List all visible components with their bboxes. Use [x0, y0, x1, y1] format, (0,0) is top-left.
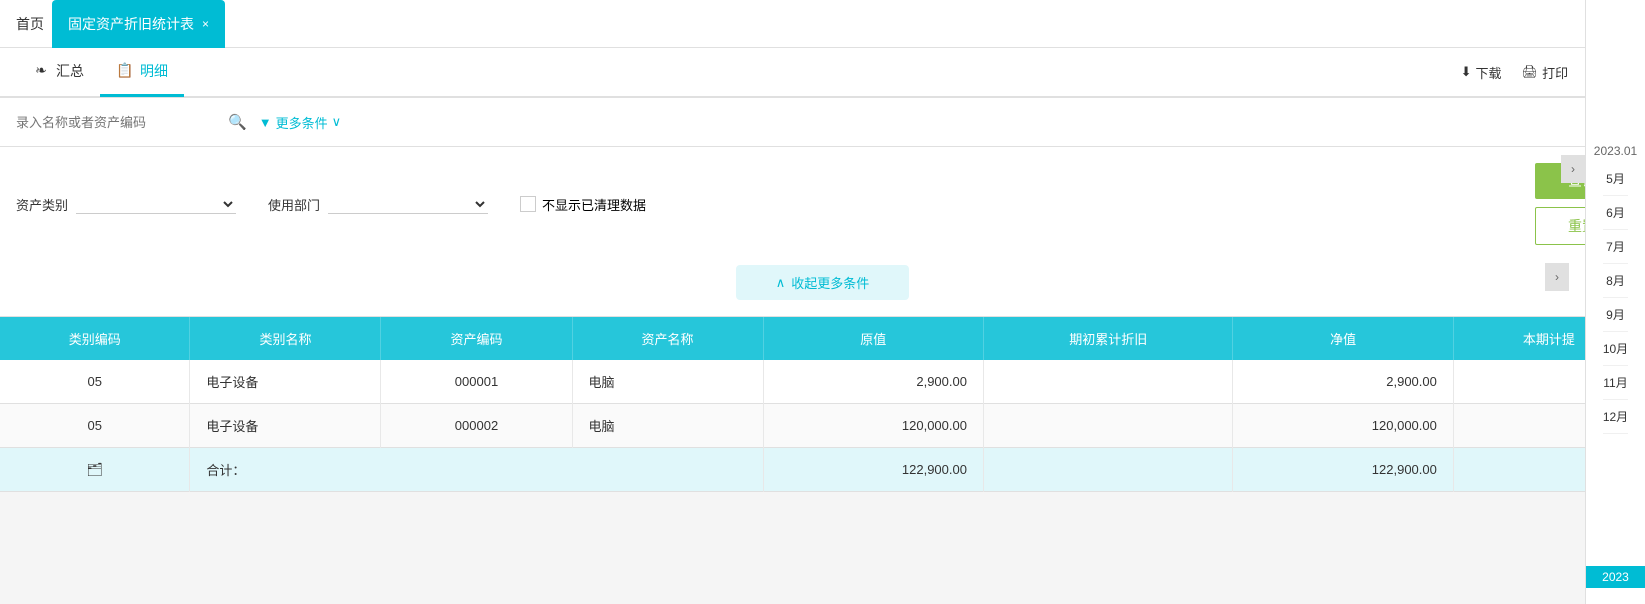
col-category-code: 类别编码 [0, 317, 190, 360]
download-icon: ⬇ [1461, 64, 1472, 80]
panel-expand-button[interactable]: › [1545, 263, 1569, 291]
close-tab-icon[interactable]: × [202, 17, 209, 31]
collapse-label: 收起更多条件 [791, 273, 869, 292]
sub-tabs-bar: ❧ 汇总 📋 明细 ⬇ 下载 🖨 打印 ↺ 刷新 [0, 48, 1645, 98]
col-net-value: 净值 [1233, 317, 1453, 360]
col-asset-code: 资产编码 [381, 317, 572, 360]
cell-accum-dep [983, 360, 1232, 404]
date-label: 2023.01 [1594, 140, 1637, 162]
top-nav: 首页 固定资产折旧统计表 × ✕ [0, 0, 1645, 48]
cell-net-value: 120,000.00 [1233, 404, 1453, 448]
month-item[interactable]: 7月 [1603, 230, 1628, 264]
total-accum-dep [983, 448, 1232, 492]
total-label: 合计： [190, 448, 763, 492]
summary-icon: ❧ [32, 62, 50, 80]
total-icon: 🗂 [0, 448, 190, 492]
month-item[interactable]: 9月 [1603, 298, 1628, 332]
no-cleared-group: 不显示已清理数据 [520, 195, 646, 214]
col-original-value: 原值 [763, 317, 983, 360]
total-original: 122,900.00 [763, 448, 983, 492]
cell-code: 05 [0, 360, 190, 404]
month-item[interactable]: 11月 [1603, 366, 1628, 400]
right-panel-expand-button[interactable]: › [1561, 155, 1585, 183]
tab-detail[interactable]: 📋 明细 [100, 47, 184, 97]
cell-asset-code: 000002 [381, 404, 572, 448]
print-icon: 🖨 [1522, 64, 1539, 80]
asset-type-label: 资产类别 [16, 195, 68, 214]
download-label: 下载 [1476, 63, 1502, 82]
cell-net-value: 2,900.00 [1233, 360, 1453, 404]
cell-code: 05 [0, 404, 190, 448]
asset-type-group: 资产类别 [16, 194, 236, 214]
month-item[interactable]: 6月 [1603, 196, 1628, 230]
department-label: 使用部门 [268, 195, 320, 214]
cell-asset-name: 电脑 [572, 404, 763, 448]
right-panel: 2023.01 5月6月7月8月9月10月11月12月 2023 [1585, 0, 1645, 604]
total-net-value: 122,900.00 [1233, 448, 1453, 492]
cell-category-name: 电子设备 [190, 404, 381, 448]
cell-asset-code: 000001 [381, 360, 572, 404]
tab-summary-label: 汇总 [56, 61, 84, 81]
months-list: 5月6月7月8月9月10月11月12月 [1603, 162, 1628, 434]
data-table: 类别编码 类别名称 资产编码 资产名称 原值 期初累计折旧 净值 本期计提 05… [0, 317, 1645, 492]
col-accum-dep: 期初累计折旧 [983, 317, 1232, 360]
detail-icon: 📋 [116, 62, 134, 80]
search-input[interactable] [16, 115, 216, 130]
cell-original: 120,000.00 [763, 404, 983, 448]
cell-accum-dep [983, 404, 1232, 448]
tab-summary[interactable]: ❧ 汇总 [16, 47, 100, 97]
cell-asset-name: 电脑 [572, 360, 763, 404]
download-button[interactable]: ⬇ 下载 [1461, 63, 1502, 82]
search-icon[interactable]: 🔍 [228, 113, 247, 131]
cell-category-name: 电子设备 [190, 360, 381, 404]
print-button[interactable]: 🖨 打印 [1522, 63, 1569, 82]
col-asset-name: 资产名称 [572, 317, 763, 360]
no-cleared-label: 不显示已清理数据 [542, 195, 646, 214]
month-item[interactable]: 5月 [1603, 162, 1628, 196]
no-cleared-checkbox[interactable] [520, 196, 536, 212]
more-conditions-button[interactable]: ▼ 更多条件 ∨ [259, 113, 341, 132]
col-category-name: 类别名称 [190, 317, 381, 360]
month-item[interactable]: 8月 [1603, 264, 1628, 298]
department-group: 使用部门 [268, 194, 488, 214]
tab-detail-label: 明细 [140, 61, 168, 81]
department-select[interactable] [328, 194, 488, 214]
cell-original: 2,900.00 [763, 360, 983, 404]
data-table-container: 类别编码 类别名称 资产编码 资产名称 原值 期初累计折旧 净值 本期计提 05… [0, 317, 1645, 492]
table-row: 05 电子设备 000002 电脑 120,000.00 120,000.00 [0, 404, 1645, 448]
filter-icon: ▼ [259, 115, 272, 130]
year-badge[interactable]: 2023 [1586, 566, 1645, 588]
month-item[interactable]: 12月 [1603, 400, 1628, 434]
month-item[interactable]: 10月 [1603, 332, 1628, 366]
collapse-icon: ∧ [776, 275, 786, 291]
active-tab[interactable]: 固定资产折旧统计表 × [52, 0, 225, 48]
asset-type-select[interactable] [76, 194, 236, 214]
total-row: 🗂 合计： 122,900.00 122,900.00 [0, 448, 1645, 492]
chevron-down-icon: ∨ [332, 114, 342, 130]
table-row: 05 电子设备 000001 电脑 2,900.00 2,900.00 [0, 360, 1645, 404]
search-bar: 🔍 ▼ 更多条件 ∨ › [0, 98, 1645, 147]
more-conditions-label: 更多条件 [276, 113, 328, 132]
collapse-button[interactable]: ∧ 收起更多条件 [736, 265, 910, 300]
table-header-row: 类别编码 类别名称 资产编码 资产名称 原值 期初累计折旧 净值 本期计提 [0, 317, 1645, 360]
filter-row: 资产类别 使用部门 不显示已清理数据 查询 重置 [16, 163, 1629, 245]
print-label: 打印 [1542, 63, 1568, 82]
filter-panel: 资产类别 使用部门 不显示已清理数据 查询 重置 ∧ 收起更多条件 [0, 147, 1645, 317]
home-link[interactable]: 首页 [16, 14, 44, 34]
active-tab-label: 固定资产折旧统计表 [68, 14, 194, 34]
